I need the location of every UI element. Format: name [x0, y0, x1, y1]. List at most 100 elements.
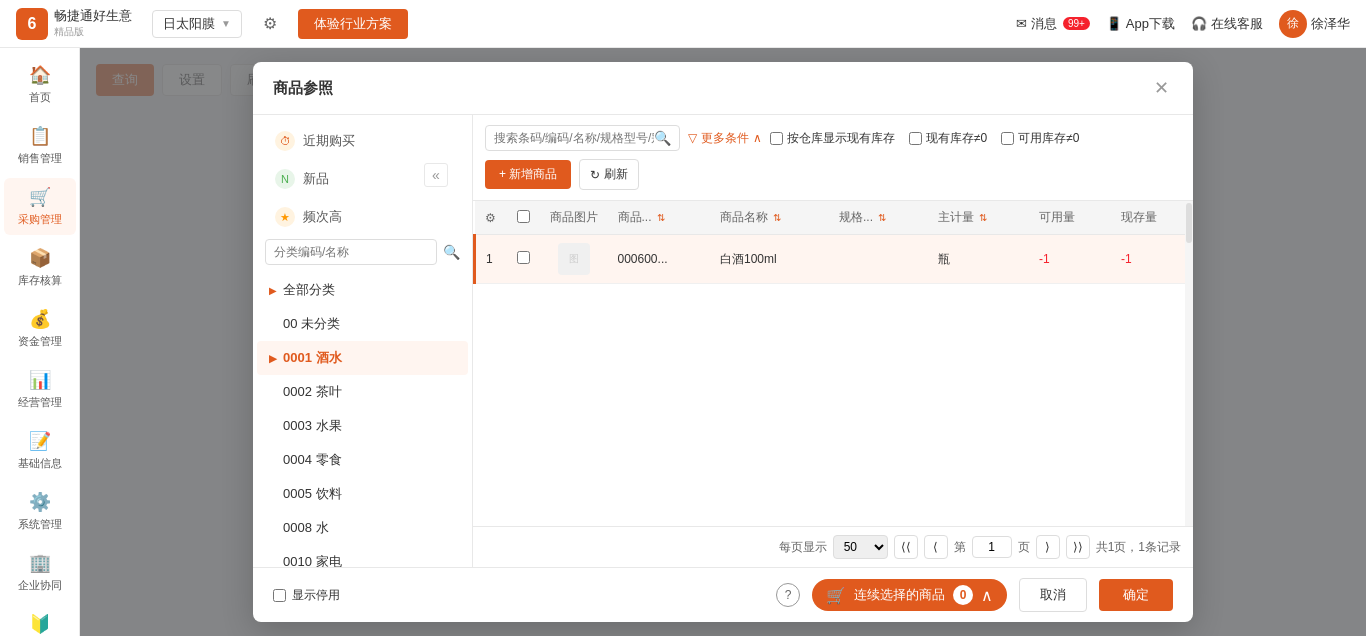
page-number-input[interactable] — [972, 536, 1012, 558]
th-gear: ⚙ — [475, 201, 507, 235]
gear-header-icon[interactable]: ⚙ — [485, 211, 496, 225]
cat-item-0008[interactable]: 0008 水 — [257, 511, 468, 545]
th-code-label: 商品... — [618, 210, 652, 224]
logo-area: 6 畅捷通好生意 精品版 — [16, 8, 132, 40]
tab-recent[interactable]: ⏱ 近期购买 — [265, 123, 424, 159]
cat-item-0003[interactable]: 0003 水果 — [257, 409, 468, 443]
sidebar-item-inventory[interactable]: 📦 库存核算 — [4, 239, 76, 296]
checkbox-by-warehouse[interactable]: 按仓库显示现有库存 — [770, 130, 895, 147]
th-code[interactable]: 商品... ⇅ — [608, 201, 711, 235]
product-search-input[interactable] — [494, 131, 654, 145]
sidebar-item-sales[interactable]: 📋 销售管理 — [4, 117, 76, 174]
trial-button[interactable]: 体验行业方案 — [298, 9, 408, 39]
table-toolbar: 🔍 ▽ 更多条件 ∧ 按仓库显示现有库存 — [473, 115, 1193, 201]
confirm-button[interactable]: 确定 — [1099, 579, 1173, 611]
first-page-button[interactable]: ⟨⟨ — [894, 535, 918, 559]
product-search-icon[interactable]: 🔍 — [654, 130, 671, 146]
help-icon[interactable]: ? — [776, 583, 800, 607]
cell-checkbox[interactable] — [507, 235, 540, 284]
per-page-select[interactable]: 50 100 200 — [833, 535, 888, 559]
close-icon[interactable]: ✕ — [1149, 76, 1173, 100]
sidebar-item-purchase[interactable]: 🛒 采购管理 — [4, 178, 76, 235]
tab-new[interactable]: N 新品 — [265, 161, 424, 197]
table-header-row: ⚙ 商品图片 — [475, 201, 1194, 235]
sidebar-label-base: 基础信息 — [18, 456, 62, 471]
add-product-button[interactable]: + 新增商品 — [485, 160, 571, 189]
checkbox-group: 按仓库显示现有库存 现有库存≠0 可用库存≠0 — [770, 130, 1080, 147]
collapse-button[interactable]: « — [424, 163, 448, 187]
cat-item-0010[interactable]: 0010 家电 — [257, 545, 468, 567]
sidebar-item-guide[interactable]: 🔰 新手引导 — [4, 605, 76, 636]
show-disabled-input[interactable] — [273, 589, 286, 602]
cat-0005-label: 0005 饮料 — [283, 485, 342, 503]
cat-0003-label: 0003 水果 — [283, 417, 342, 435]
cancel-button[interactable]: 取消 — [1019, 578, 1087, 612]
sidebar-label-enterprise: 企业协同 — [18, 578, 62, 593]
modal-overlay: 商品参照 ✕ ⏱ 近期购买 — [80, 48, 1366, 636]
modal-body: ⏱ 近期购买 N 新品 ★ 频次高 — [253, 115, 1193, 567]
layout: 🏠 首页 📋 销售管理 🛒 采购管理 📦 库存核算 💰 资金管理 📊 经营管理 … — [0, 48, 1366, 636]
cat-item-all[interactable]: ▶ 全部分类 — [257, 273, 468, 307]
sidebar-item-home[interactable]: 🏠 首页 — [4, 56, 76, 113]
finance-icon: 💰 — [29, 308, 51, 330]
dropdown-arrow-icon: ▼ — [221, 18, 231, 29]
cat-item-0002[interactable]: 0002 茶叶 — [257, 375, 468, 409]
th-stock: 现存量 — [1111, 201, 1193, 235]
username: 徐泽华 — [1311, 15, 1350, 33]
messages-button[interactable]: ✉ 消息 99+ — [1016, 15, 1090, 33]
show-disabled-checkbox[interactable]: 显示停用 — [273, 587, 340, 604]
cart-area[interactable]: 🛒 连续选择的商品 0 ∧ — [812, 579, 1007, 611]
category-search-icon[interactable]: 🔍 — [443, 244, 460, 260]
sidebar-item-base[interactable]: 📝 基础信息 — [4, 422, 76, 479]
cart-collapse-icon[interactable]: ∧ — [981, 586, 993, 605]
avatar: 徐 — [1279, 10, 1307, 38]
sales-icon: 📋 — [29, 125, 51, 147]
prev-page-button[interactable]: ⟨ — [924, 535, 948, 559]
th-unit[interactable]: 主计量 ⇅ — [928, 201, 1029, 235]
checkbox-has-stock[interactable]: 现有库存≠0 — [909, 130, 987, 147]
mobile-icon: 📱 — [1106, 16, 1122, 31]
user-area[interactable]: 徐 徐泽华 — [1279, 10, 1350, 38]
expand-icon-0001: ▶ — [269, 353, 277, 364]
cell-img: 图 — [540, 235, 608, 284]
cat-item-0001[interactable]: ▶ 0001 酒水 — [257, 341, 468, 375]
tab-frequent[interactable]: ★ 频次高 — [265, 199, 424, 235]
next-page-button[interactable]: ⟩ — [1036, 535, 1060, 559]
filter-button[interactable]: ▽ 更多条件 ∧ — [688, 130, 762, 147]
row-checkbox[interactable] — [517, 251, 530, 264]
cat-item-00[interactable]: 00 未分类 — [257, 307, 468, 341]
checkbox-available[interactable]: 可用库存≠0 — [1001, 130, 1079, 147]
sidebar: 🏠 首页 📋 销售管理 🛒 采购管理 📦 库存核算 💰 资金管理 📊 经营管理 … — [0, 48, 80, 636]
cat-item-0005[interactable]: 0005 饮料 — [257, 477, 468, 511]
select-all-checkbox[interactable] — [517, 210, 530, 223]
app-download-button[interactable]: 📱 App下载 — [1106, 15, 1175, 33]
sidebar-item-system[interactable]: ⚙️ 系统管理 — [4, 483, 76, 540]
settings-icon[interactable]: ⚙ — [254, 8, 286, 40]
cat-all-label: 全部分类 — [283, 281, 335, 299]
table-row[interactable]: 1 图 000600... 白酒100ml — [475, 235, 1194, 284]
sidebar-item-business[interactable]: 📊 经营管理 — [4, 361, 76, 418]
cell-stock: -1 — [1111, 235, 1193, 284]
checkbox-has-stock-input[interactable] — [909, 132, 922, 145]
scroll-track[interactable] — [1185, 201, 1193, 526]
cat-item-0004[interactable]: 0004 零食 — [257, 443, 468, 477]
sidebar-item-finance[interactable]: 💰 资金管理 — [4, 300, 76, 357]
home-icon: 🏠 — [29, 64, 51, 86]
online-service-button[interactable]: 🎧 在线客服 — [1191, 15, 1263, 33]
cat-00-label: 00 未分类 — [283, 315, 340, 333]
th-name[interactable]: 商品名称 ⇅ — [710, 201, 829, 235]
th-spec-label: 规格... — [839, 210, 873, 224]
last-page-button[interactable]: ⟩⟩ — [1066, 535, 1090, 559]
pagination: 每页显示 50 100 200 ⟨⟨ ⟨ 第 页 ⟩ — [473, 526, 1193, 567]
sidebar-item-enterprise[interactable]: 🏢 企业协同 — [4, 544, 76, 601]
category-search-input[interactable] — [265, 239, 437, 265]
th-stock-label: 现存量 — [1121, 210, 1157, 224]
checkbox-available-input[interactable] — [1001, 132, 1014, 145]
guide-icon: 🔰 — [29, 613, 51, 635]
checkbox-by-warehouse-input[interactable] — [770, 132, 783, 145]
cart-label: 连续选择的商品 — [854, 586, 945, 604]
th-spec[interactable]: 规格... ⇅ — [829, 201, 928, 235]
clock-icon: ⏱ — [275, 131, 295, 151]
refresh-button[interactable]: ↻ 刷新 — [579, 159, 639, 190]
store-dropdown[interactable]: 日太阳膜 ▼ — [152, 10, 242, 38]
